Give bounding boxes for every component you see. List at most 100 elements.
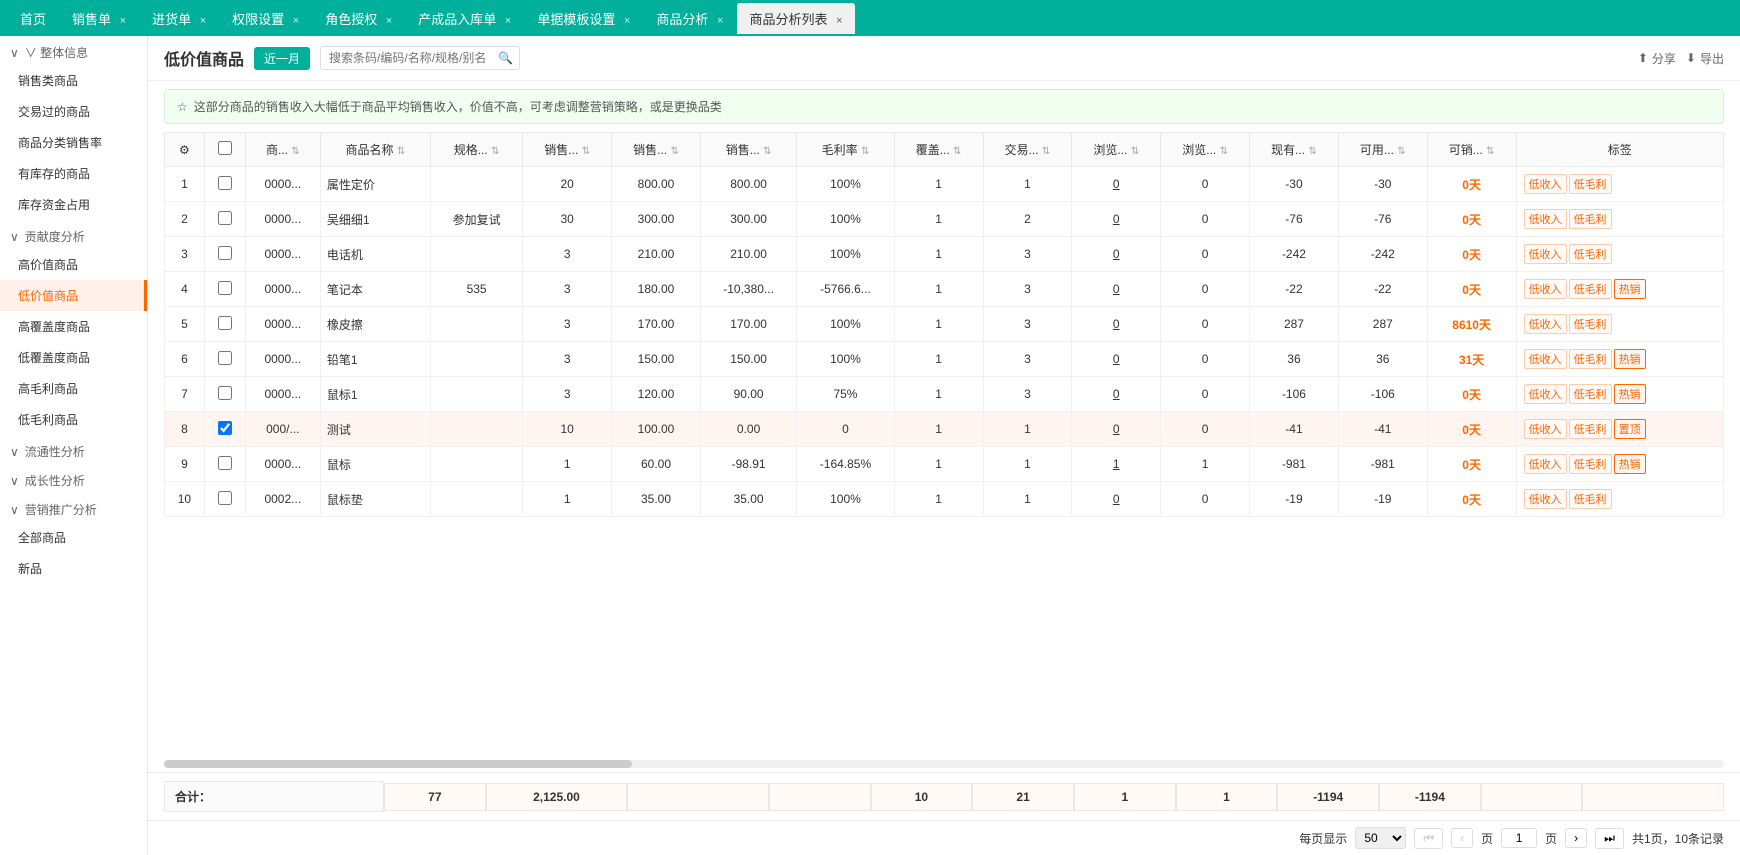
col-margin[interactable]: 毛利率 ⇅ xyxy=(797,133,894,167)
close-list-icon[interactable]: × xyxy=(836,15,842,27)
cell-checkbox[interactable] xyxy=(204,307,245,342)
col-code[interactable]: 商... ⇅ xyxy=(245,133,320,167)
next-page-btn[interactable]: › xyxy=(1565,828,1587,848)
close-purchase-icon[interactable]: × xyxy=(200,15,206,27)
col-settings[interactable]: ⚙ xyxy=(165,133,205,167)
close-template-icon[interactable]: × xyxy=(624,15,630,27)
nav-purchase[interactable]: 进货单 × xyxy=(140,3,218,34)
cell-checkbox[interactable] xyxy=(204,412,245,447)
sidebar-item-traded-goods[interactable]: 交易过的商品 xyxy=(0,96,147,127)
sidebar-group-overall[interactable]: ∨ ∨ 整体信息 xyxy=(0,36,147,65)
sidebar-item-new-goods[interactable]: 新品 xyxy=(0,553,147,584)
sidebar-group-marketing[interactable]: ∨ 营销推广分析 xyxy=(0,493,147,522)
close-permission-icon[interactable]: × xyxy=(293,15,299,27)
col-current[interactable]: 现有... ⇅ xyxy=(1250,133,1339,167)
sidebar-item-high-value[interactable]: 高价值商品 xyxy=(0,249,147,280)
cell-checkbox[interactable] xyxy=(204,342,245,377)
sidebar-item-low-value[interactable]: 低价值商品 xyxy=(0,280,147,311)
last-page-btn[interactable]: ⏭ xyxy=(1595,828,1624,849)
filter-recent-month-btn[interactable]: 近一月 xyxy=(254,47,310,70)
sidebar-item-stock-capital[interactable]: 库存资金占用 xyxy=(0,189,147,220)
col-name[interactable]: 商品名称 ⇅ xyxy=(320,133,430,167)
col-tags[interactable]: 标签 xyxy=(1516,133,1723,167)
close-sales-icon[interactable]: × xyxy=(120,15,126,27)
sidebar-group-circulation[interactable]: ∨ 流通性分析 xyxy=(0,435,147,464)
col-checkbox-header[interactable] xyxy=(204,133,245,167)
col-sale-amt2[interactable]: 销售... ⇅ xyxy=(700,133,796,167)
row-checkbox[interactable] xyxy=(218,386,232,400)
nav-product-in[interactable]: 产成品入库单 × xyxy=(406,3,523,34)
page-size-select[interactable]: 50 100 xyxy=(1355,827,1406,849)
row-checkbox[interactable] xyxy=(218,211,232,225)
col-spec[interactable]: 规格... ⇅ xyxy=(430,133,522,167)
row-checkbox[interactable] xyxy=(218,456,232,470)
col-sale-qty[interactable]: 销售... ⇅ xyxy=(523,133,612,167)
row-checkbox[interactable] xyxy=(218,281,232,295)
cell-view1[interactable]: 0 xyxy=(1072,307,1161,342)
cell-view1[interactable]: 0 xyxy=(1072,237,1161,272)
col-cover[interactable]: 覆盖... ⇅ xyxy=(894,133,983,167)
cell-view1[interactable]: 0 xyxy=(1072,342,1161,377)
sidebar-item-high-margin[interactable]: 高毛利商品 xyxy=(0,373,147,404)
cell-checkbox[interactable] xyxy=(204,272,245,307)
nav-product-list[interactable]: 商品分析列表 × xyxy=(737,3,854,34)
share-btn[interactable]: ⬆ 分享 xyxy=(1638,50,1676,67)
close-role-icon[interactable]: × xyxy=(386,15,392,27)
row-checkbox[interactable] xyxy=(218,246,232,260)
cell-checkbox[interactable] xyxy=(204,167,245,202)
row-checkbox[interactable] xyxy=(218,491,232,505)
close-analysis-icon[interactable]: × xyxy=(717,15,723,27)
cell-view1[interactable]: 0 xyxy=(1072,272,1161,307)
sidebar-item-all-goods[interactable]: 全部商品 xyxy=(0,522,147,553)
row-checkbox[interactable] xyxy=(218,316,232,330)
cell-view1[interactable]: 0 xyxy=(1072,412,1161,447)
export-btn[interactable]: ⬇ 导出 xyxy=(1686,50,1724,67)
sidebar-item-stock-goods[interactable]: 有库存的商品 xyxy=(0,158,147,189)
sidebar-group-growth[interactable]: ∨ 成长性分析 xyxy=(0,464,147,493)
nav-product-analysis[interactable]: 商品分析 × xyxy=(644,3,735,34)
row-checkbox[interactable] xyxy=(218,176,232,190)
cell-current: -242 xyxy=(1250,237,1339,272)
search-input[interactable] xyxy=(320,46,520,70)
cell-current: -22 xyxy=(1250,272,1339,307)
sidebar-item-high-coverage[interactable]: 高覆盖度商品 xyxy=(0,311,147,342)
cell-checkbox[interactable] xyxy=(204,237,245,272)
col-trade[interactable]: 交易... ⇅ xyxy=(983,133,1072,167)
sidebar-item-category-rate[interactable]: 商品分类销售率 xyxy=(0,127,147,158)
cell-checkbox[interactable] xyxy=(204,482,245,517)
nav-template[interactable]: 单据模板设置 × xyxy=(525,3,642,34)
first-page-btn[interactable]: ⏮ xyxy=(1414,828,1443,849)
table-container[interactable]: ⚙ 商... ⇅ 商品名称 ⇅ 规格... ⇅ 销售... ⇅ 销售... ⇅ … xyxy=(148,132,1740,760)
cell-checkbox[interactable] xyxy=(204,447,245,482)
prev-page-btn[interactable]: ‹ xyxy=(1451,828,1473,848)
col-sale-amt1[interactable]: 销售... ⇅ xyxy=(612,133,701,167)
sidebar-item-sales-goods[interactable]: 销售类商品 xyxy=(0,65,147,96)
cell-view1[interactable]: 0 xyxy=(1072,167,1161,202)
close-product-in-icon[interactable]: × xyxy=(505,15,511,27)
cell-checkbox[interactable] xyxy=(204,377,245,412)
nav-permission[interactable]: 权限设置 × xyxy=(220,3,311,34)
row-checkbox[interactable] xyxy=(218,421,232,435)
current-page-input[interactable] xyxy=(1501,828,1537,848)
cell-view1[interactable]: 0 xyxy=(1072,482,1161,517)
row-checkbox[interactable] xyxy=(218,351,232,365)
horizontal-scrollbar[interactable] xyxy=(164,760,1724,768)
cell-view1[interactable]: 1 xyxy=(1072,447,1161,482)
sidebar-item-low-margin[interactable]: 低毛利商品 xyxy=(0,404,147,435)
col-view2[interactable]: 浏览... ⇅ xyxy=(1161,133,1250,167)
nav-home[interactable]: 首页 xyxy=(8,3,58,34)
col-view1[interactable]: 浏览... ⇅ xyxy=(1072,133,1161,167)
cell-view1[interactable]: 0 xyxy=(1072,377,1161,412)
page-title: 低价值商品 xyxy=(164,46,244,70)
cell-view2: 0 xyxy=(1161,272,1250,307)
sidebar-item-low-coverage[interactable]: 低覆盖度商品 xyxy=(0,342,147,373)
nav-role[interactable]: 角色授权 × xyxy=(313,3,404,34)
select-all-checkbox[interactable] xyxy=(218,141,232,155)
nav-sales[interactable]: 销售单 × xyxy=(60,3,138,34)
cell-checkbox[interactable] xyxy=(204,202,245,237)
col-available[interactable]: 可用... ⇅ xyxy=(1338,133,1427,167)
scrollbar-thumb[interactable] xyxy=(164,760,632,768)
cell-view1[interactable]: 0 xyxy=(1072,202,1161,237)
sidebar-group-contribution[interactable]: ∨ 贡献度分析 xyxy=(0,220,147,249)
col-sellable[interactable]: 可销... ⇅ xyxy=(1427,133,1516,167)
